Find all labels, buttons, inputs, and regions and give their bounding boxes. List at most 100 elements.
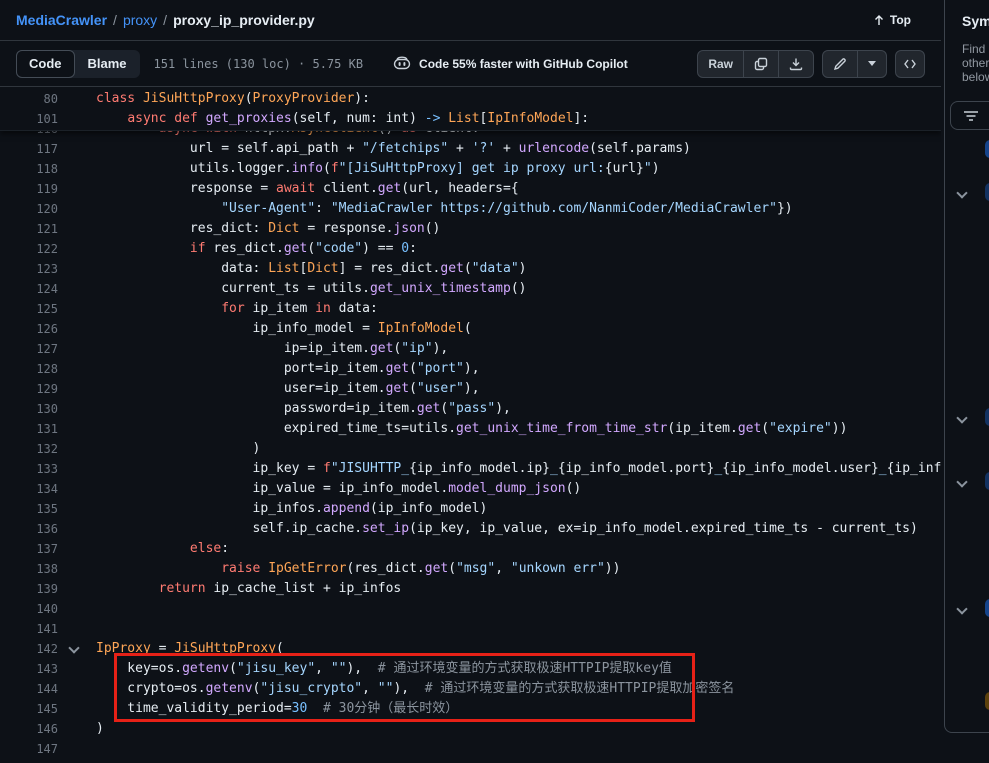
symbols-panel-description: Findotherbelow bbox=[962, 42, 989, 84]
copilot-icon bbox=[393, 56, 411, 72]
line-number[interactable]: 80 bbox=[0, 89, 58, 109]
symbols-filter-button[interactable] bbox=[950, 101, 989, 130]
code-text: "User-Agent": "MediaCrawler https://gith… bbox=[96, 199, 793, 219]
line-number[interactable]: 129 bbox=[0, 379, 58, 399]
line-number[interactable]: 135 bbox=[0, 499, 58, 519]
gutter bbox=[58, 239, 96, 259]
line-number[interactable]: 136 bbox=[0, 519, 58, 539]
gutter bbox=[58, 599, 96, 619]
line-number[interactable]: 117 bbox=[0, 139, 58, 159]
code-line: 143 key=os.getenv("jisu_key", ""), # 通过环… bbox=[0, 659, 941, 679]
code-text: crypto=os.getenv("jisu_crypto", ""), # 通… bbox=[96, 679, 734, 699]
raw-copy-download-group: Raw bbox=[697, 50, 814, 78]
symbols-sidebar: Symbols Findotherbelow bbox=[941, 0, 989, 763]
symbols-panel-description-line: Find bbox=[962, 42, 989, 56]
line-number[interactable]: 147 bbox=[0, 739, 58, 759]
code-line: 101 async def get_proxies(self, num: int… bbox=[0, 109, 941, 129]
gutter bbox=[58, 359, 96, 379]
copy-button[interactable] bbox=[743, 51, 778, 77]
code-line: 122 if res_dict.get("code") == 0: bbox=[0, 239, 941, 259]
line-number[interactable]: 131 bbox=[0, 419, 58, 439]
line-number[interactable]: 128 bbox=[0, 359, 58, 379]
line-number[interactable]: 127 bbox=[0, 339, 58, 359]
symbol-item-pill[interactable] bbox=[985, 599, 989, 617]
tree-chevron-down-icon[interactable] bbox=[956, 187, 967, 198]
line-number[interactable]: 126 bbox=[0, 319, 58, 339]
line-number[interactable]: 143 bbox=[0, 659, 58, 679]
line-number[interactable]: 134 bbox=[0, 479, 58, 499]
gutter bbox=[58, 679, 96, 699]
code-line: 127 ip=ip_item.get("ip"), bbox=[0, 339, 941, 359]
line-number[interactable]: 144 bbox=[0, 679, 58, 699]
download-button[interactable] bbox=[778, 51, 813, 77]
line-number[interactable]: 122 bbox=[0, 239, 58, 259]
tree-chevron-down-icon[interactable] bbox=[956, 476, 967, 487]
tree-chevron-down-icon[interactable] bbox=[956, 603, 967, 614]
code-line: 121 res_dict: Dict = response.json() bbox=[0, 219, 941, 239]
line-number[interactable]: 137 bbox=[0, 539, 58, 559]
symbol-item-pill[interactable] bbox=[985, 472, 989, 490]
code-text: ) bbox=[96, 719, 104, 739]
line-number[interactable]: 130 bbox=[0, 399, 58, 419]
line-number[interactable]: 146 bbox=[0, 719, 58, 739]
breadcrumb-bar: MediaCrawler / proxy / proxy_ip_provider… bbox=[0, 0, 941, 41]
gutter bbox=[58, 519, 96, 539]
breadcrumb: MediaCrawler / proxy / proxy_ip_provider… bbox=[16, 12, 315, 28]
tree-chevron-down-icon[interactable] bbox=[956, 412, 967, 423]
code-line: 137 else: bbox=[0, 539, 941, 559]
line-number[interactable]: 119 bbox=[0, 179, 58, 199]
tab-blame[interactable]: Blame bbox=[75, 50, 140, 78]
symbol-item-pill[interactable] bbox=[985, 140, 989, 158]
symbol-item-pill[interactable] bbox=[985, 692, 989, 710]
main-column: MediaCrawler / proxy / proxy_ip_provider… bbox=[0, 0, 941, 763]
gutter bbox=[58, 559, 96, 579]
line-number[interactable]: 123 bbox=[0, 259, 58, 279]
code-line: 138 raise IpGetError(res_dict.get("msg",… bbox=[0, 559, 941, 579]
gutter bbox=[58, 339, 96, 359]
code-line: 125 for ip_item in data: bbox=[0, 299, 941, 319]
symbols-panel-toggle[interactable] bbox=[895, 50, 925, 78]
gutter bbox=[58, 259, 96, 279]
gutter bbox=[58, 109, 96, 129]
code-line: 132 ) bbox=[0, 439, 941, 459]
breadcrumb-dir-link[interactable]: proxy bbox=[123, 12, 157, 28]
gutter bbox=[58, 619, 96, 639]
line-number[interactable]: 125 bbox=[0, 299, 58, 319]
copilot-banner[interactable]: Code 55% faster with GitHub Copilot bbox=[393, 56, 628, 72]
line-number[interactable]: 101 bbox=[0, 109, 58, 129]
gutter bbox=[58, 379, 96, 399]
edit-button[interactable] bbox=[823, 51, 857, 77]
line-number[interactable]: 138 bbox=[0, 559, 58, 579]
line-number[interactable]: 140 bbox=[0, 599, 58, 619]
code-text: password=ip_item.get("pass"), bbox=[96, 399, 511, 419]
gutter bbox=[58, 639, 96, 659]
code-text: for ip_item in data: bbox=[96, 299, 378, 319]
code-text: current_ts = utils.get_unix_timestamp() bbox=[96, 279, 526, 299]
symbol-item-pill[interactable] bbox=[985, 183, 989, 201]
line-number[interactable]: 145 bbox=[0, 699, 58, 719]
code-lines: 116 async with httpx.AsyncClient() as cl… bbox=[0, 87, 941, 759]
gutter bbox=[58, 159, 96, 179]
line-number[interactable]: 118 bbox=[0, 159, 58, 179]
arrow-up-icon bbox=[873, 14, 885, 27]
line-number[interactable]: 124 bbox=[0, 279, 58, 299]
breadcrumb-repo-link[interactable]: MediaCrawler bbox=[16, 12, 107, 28]
line-number[interactable]: 133 bbox=[0, 459, 58, 479]
collapse-chevron-icon[interactable] bbox=[68, 642, 79, 653]
edit-dropdown-button[interactable] bbox=[857, 51, 886, 77]
back-to-top-button[interactable]: Top bbox=[873, 13, 911, 27]
tab-code[interactable]: Code bbox=[16, 50, 75, 78]
line-number[interactable]: 141 bbox=[0, 619, 58, 639]
line-number[interactable]: 142 bbox=[0, 639, 58, 659]
code-text: expired_time_ts=utils.get_unix_time_from… bbox=[96, 419, 847, 439]
symbol-item-pill[interactable] bbox=[985, 408, 989, 426]
line-number[interactable]: 139 bbox=[0, 579, 58, 599]
line-number[interactable]: 132 bbox=[0, 439, 58, 459]
gutter bbox=[58, 539, 96, 559]
line-number[interactable]: 121 bbox=[0, 219, 58, 239]
code-text: ip_value = ip_info_model.model_dump_json… bbox=[96, 479, 581, 499]
code-text: url = self.api_path + "/fetchips" + '?' … bbox=[96, 139, 691, 159]
line-number[interactable]: 120 bbox=[0, 199, 58, 219]
code-line: 140 bbox=[0, 599, 941, 619]
raw-button[interactable]: Raw bbox=[698, 51, 743, 77]
